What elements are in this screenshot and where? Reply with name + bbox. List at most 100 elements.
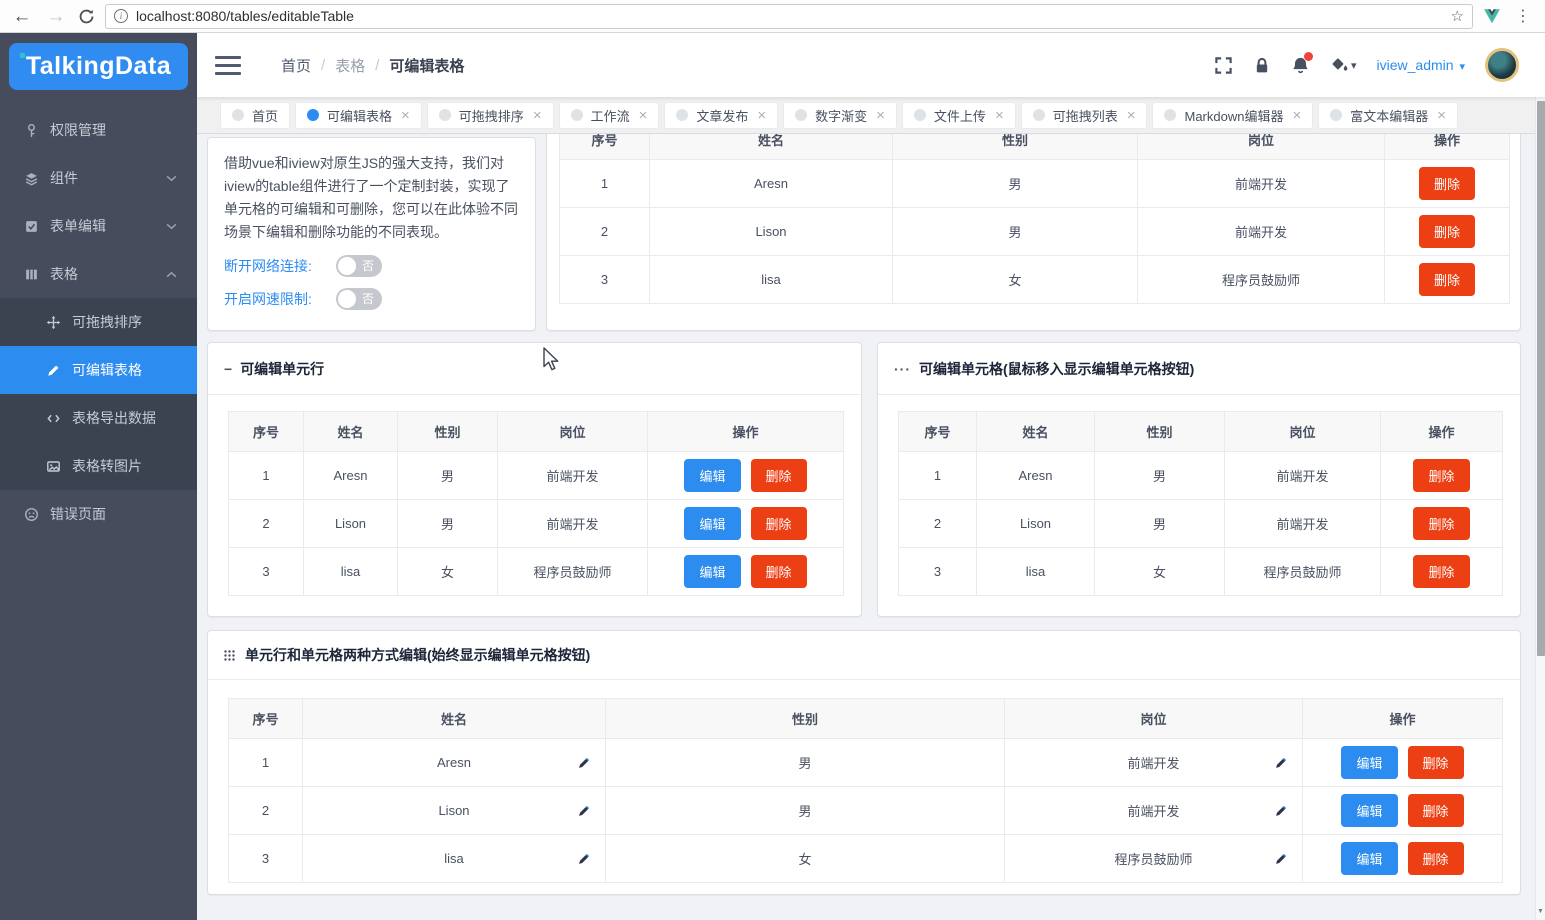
- tab-label: 首页: [252, 108, 279, 124]
- edit-button[interactable]: 编辑: [1341, 746, 1398, 779]
- close-icon[interactable]: ×: [876, 108, 885, 123]
- forward-icon[interactable]: →: [44, 7, 68, 26]
- breadcrumb-home[interactable]: 首页: [281, 55, 311, 76]
- edit-button[interactable]: 编辑: [1341, 794, 1398, 827]
- close-icon[interactable]: ×: [639, 108, 648, 123]
- table-icon: [24, 267, 39, 282]
- chevron-down-icon: [166, 223, 177, 230]
- refresh-icon[interactable]: [78, 8, 95, 25]
- close-icon[interactable]: ×: [757, 108, 766, 123]
- delete-button[interactable]: 删除: [1407, 746, 1464, 779]
- cell: 程序员鼓励师: [1224, 547, 1381, 596]
- tab-工作流[interactable]: 工作流 ×: [558, 101, 660, 129]
- delete-button[interactable]: 删除: [1418, 215, 1475, 248]
- edit-button[interactable]: 编辑: [684, 555, 741, 588]
- delete-button[interactable]: 删除: [750, 555, 807, 588]
- cell: 3: [559, 255, 650, 304]
- sidebar-item-layers-icon[interactable]: 组件: [0, 154, 197, 202]
- edit-button[interactable]: 编辑: [684, 507, 741, 540]
- url-text[interactable]: localhost:8080/tables/editableTable: [136, 8, 354, 24]
- actions-cell: 编辑 删除: [1302, 738, 1503, 787]
- url-bar[interactable]: i localhost:8080/tables/editableTable ☆: [105, 3, 1473, 29]
- fullscreen-icon[interactable]: [1214, 56, 1233, 75]
- edit-cell-icon[interactable]: [577, 852, 591, 866]
- tab-可拖拽排序[interactable]: 可拖拽排序 ×: [426, 101, 554, 129]
- checkbox-icon: [24, 219, 39, 234]
- edit-cell-icon[interactable]: [1274, 756, 1288, 770]
- cell: lisa: [302, 834, 606, 883]
- sidebar-item-error-icon[interactable]: 错误页面: [0, 490, 197, 538]
- tab-文章发布[interactable]: 文章发布 ×: [664, 101, 779, 129]
- column-header: 性别: [892, 134, 1138, 160]
- tab-Markdown编辑器[interactable]: Markdown编辑器 ×: [1152, 101, 1314, 129]
- browser-menu-icon[interactable]: ⋮: [1511, 6, 1535, 26]
- tab-label: 可编辑表格: [327, 108, 393, 124]
- delete-button[interactable]: 删除: [1413, 555, 1470, 588]
- column-header: 序号: [228, 698, 303, 739]
- vertical-scrollbar[interactable]: ▲ ▼: [1535, 33, 1545, 920]
- delete-button[interactable]: 删除: [1407, 842, 1464, 875]
- network-disconnect-toggle[interactable]: 否: [336, 255, 382, 277]
- sidebar-item-checkbox-icon[interactable]: 表单编辑: [0, 202, 197, 250]
- sidebar-subitem-image-icon[interactable]: 表格转图片: [0, 442, 197, 490]
- close-icon[interactable]: ×: [1292, 108, 1301, 123]
- tab-label: 工作流: [590, 108, 630, 124]
- edit-cell-icon[interactable]: [577, 756, 591, 770]
- close-icon[interactable]: ×: [401, 108, 410, 123]
- tab-可编辑表格[interactable]: 可编辑表格 ×: [295, 101, 422, 129]
- breadcrumb-tables[interactable]: 表格: [335, 55, 365, 76]
- table-row: 2 Lison 男前端开发 编辑 删除: [228, 786, 1503, 835]
- column-header: 性别: [397, 411, 498, 452]
- tab-文件上传[interactable]: 文件上传 ×: [901, 101, 1016, 129]
- delete-button[interactable]: 删除: [1407, 794, 1464, 827]
- close-icon[interactable]: ×: [995, 108, 1004, 123]
- tab-数字渐变[interactable]: 数字渐变 ×: [783, 101, 897, 129]
- scroll-down-icon[interactable]: ▼: [1536, 908, 1545, 915]
- page-info-icon[interactable]: i: [114, 9, 128, 23]
- edit-cell-icon[interactable]: [1274, 804, 1288, 818]
- lock-icon[interactable]: [1253, 56, 1271, 74]
- delete-button[interactable]: 删除: [750, 459, 807, 492]
- back-icon[interactable]: ←: [10, 7, 34, 26]
- chevron-down-icon: ▾: [1459, 61, 1465, 73]
- tab-首页[interactable]: 首页: [220, 101, 291, 129]
- sidebar-subitem-code-icon[interactable]: 表格导出数据: [0, 394, 197, 442]
- delete-button[interactable]: 删除: [1418, 167, 1475, 200]
- table-row: 3 lisa 女程序员鼓励师 编辑 删除: [228, 834, 1503, 883]
- column-header: 序号: [898, 411, 977, 452]
- notifications-bell-icon[interactable]: [1291, 51, 1313, 75]
- avatar[interactable]: [1485, 48, 1519, 82]
- vue-devtools-icon[interactable]: [1483, 8, 1501, 24]
- delete-button[interactable]: 删除: [1413, 507, 1470, 540]
- delete-button[interactable]: 删除: [1413, 459, 1470, 492]
- cell: Aresn: [303, 451, 398, 500]
- edit-button[interactable]: 编辑: [1341, 842, 1398, 875]
- edit-cell-icon[interactable]: [1274, 852, 1288, 866]
- table-row: 2 Lison 男前端开发 编辑 删除: [228, 499, 844, 548]
- hamburger-menu-icon[interactable]: [215, 51, 241, 80]
- speed-limit-toggle[interactable]: 否: [336, 288, 382, 310]
- user-menu[interactable]: iview_admin ▾: [1377, 57, 1465, 73]
- cell: 2: [228, 786, 303, 835]
- sidebar-item-table-icon[interactable]: 表格: [0, 250, 197, 298]
- tab-dot: [232, 109, 244, 121]
- scrollbar-thumb[interactable]: [1537, 101, 1545, 656]
- close-icon[interactable]: ×: [1437, 108, 1446, 123]
- sidebar-menu: 权限管理 组件 表单编辑 表格 可拖拽排序 可编辑表格 表格导出数据 表格转图片…: [0, 96, 197, 538]
- close-icon[interactable]: ×: [1127, 108, 1136, 123]
- edit-cell-icon[interactable]: [577, 804, 591, 818]
- logo[interactable]: TalkingData: [9, 43, 188, 90]
- tab-富文本编辑器[interactable]: 富文本编辑器 ×: [1318, 101, 1458, 129]
- sidebar-subitem-pencil-icon[interactable]: 可编辑表格: [0, 346, 197, 394]
- sidebar-subitem-move-icon[interactable]: 可拖拽排序: [0, 298, 197, 346]
- tab-label: 文件上传: [933, 108, 986, 124]
- delete-button[interactable]: 删除: [1418, 263, 1475, 296]
- close-icon[interactable]: ×: [533, 108, 542, 123]
- sidebar-item-key-icon[interactable]: 权限管理: [0, 106, 197, 154]
- sidebar: TalkingData 权限管理 组件 表单编辑 表格 可拖拽排序 可编辑表格 …: [0, 33, 197, 920]
- bookmark-star-icon[interactable]: ☆: [1451, 7, 1464, 25]
- delete-button[interactable]: 删除: [750, 507, 807, 540]
- theme-paint-icon[interactable]: ▾: [1330, 56, 1357, 75]
- tab-可拖拽列表[interactable]: 可拖拽列表 ×: [1020, 101, 1148, 129]
- edit-button[interactable]: 编辑: [684, 459, 741, 492]
